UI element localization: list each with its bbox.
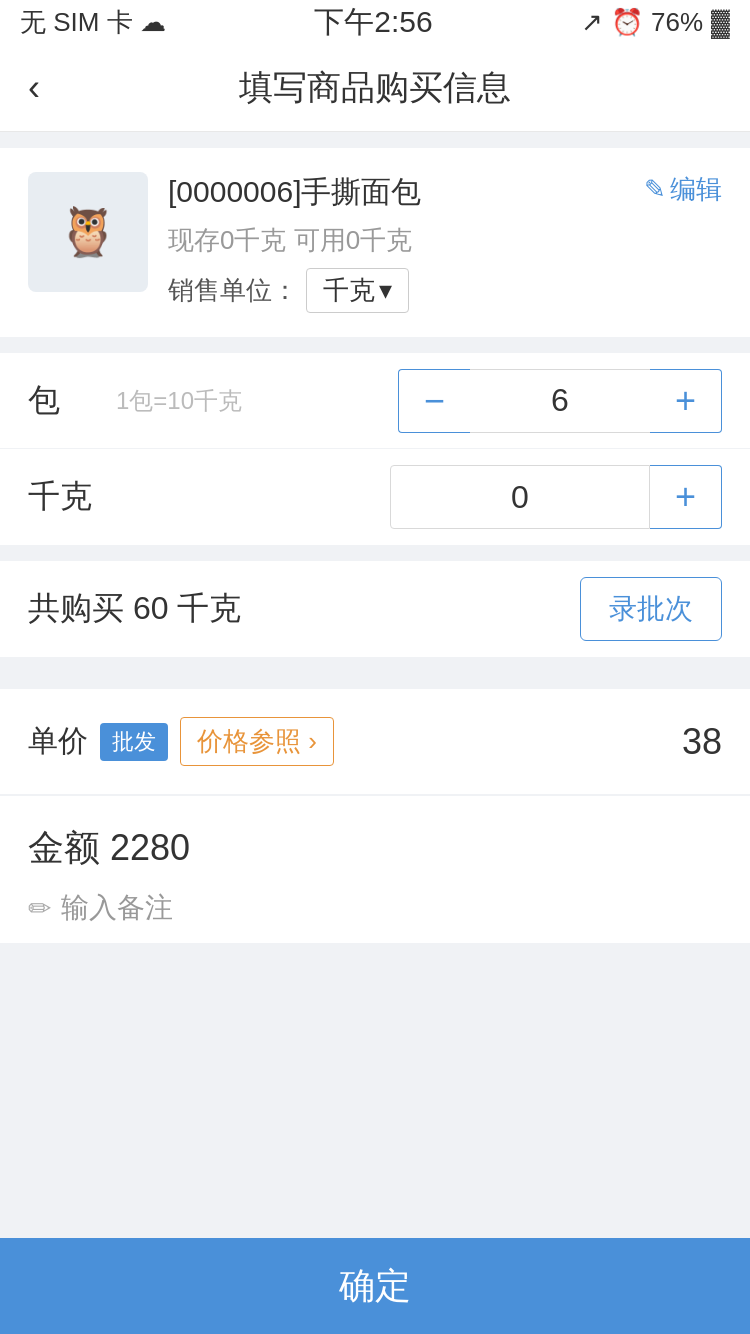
- bao-minus-button[interactable]: −: [398, 369, 470, 433]
- back-button[interactable]: ‹: [28, 67, 40, 109]
- battery-text: 76%: [651, 7, 703, 38]
- total-text: 共购买 60 千克: [28, 587, 241, 631]
- divider-2: [0, 545, 750, 561]
- price-section: 单价 批发 价格参照 › 38: [0, 689, 750, 794]
- alarm-icon: ⏰: [611, 7, 643, 38]
- edit-button[interactable]: ✎ 编辑: [644, 172, 722, 207]
- price-row: 单价 批发 价格参照 › 38: [28, 717, 722, 766]
- bao-input[interactable]: [470, 369, 650, 433]
- kg-value-display: 0: [390, 465, 650, 529]
- bao-controls: − +: [398, 369, 722, 433]
- unit-select[interactable]: 千克 ▾: [306, 268, 409, 313]
- product-unit-row: 销售单位： 千克 ▾: [168, 268, 722, 313]
- amount-section: 金额 2280 ✏ 输入备注: [0, 796, 750, 943]
- bao-input-row: 包 1包=10千克 − +: [0, 353, 750, 449]
- status-right: ↗ ⏰ 76% ▓: [581, 7, 730, 38]
- product-name: [0000006]手撕面包: [168, 172, 722, 213]
- divider-3: [0, 657, 750, 673]
- product-logo: 🦉: [58, 204, 118, 260]
- edit-icon: ✎: [644, 174, 666, 205]
- note-label: 输入备注: [61, 889, 173, 927]
- amount-number: 2280: [110, 827, 190, 868]
- status-left: 无 SIM 卡 ☁: [20, 5, 166, 40]
- battery-icon: ▓: [711, 7, 730, 38]
- bao-plus-button[interactable]: +: [650, 369, 722, 433]
- product-image: 🦉: [28, 172, 148, 292]
- amount-label: 金额: [28, 827, 100, 868]
- note-row[interactable]: ✏ 输入备注: [28, 889, 722, 927]
- edit-label: 编辑: [670, 172, 722, 207]
- confirm-button[interactable]: 确定: [0, 1238, 750, 1334]
- price-value: 38: [682, 721, 722, 763]
- batch-tag: 批发: [100, 723, 168, 761]
- kg-plus-button[interactable]: +: [650, 465, 722, 529]
- price-label: 单价: [28, 721, 88, 762]
- input-section: 包 1包=10千克 − + 千克 0 +: [0, 353, 750, 545]
- pencil-icon: ✏: [28, 892, 51, 925]
- total-row: 共购买 60 千克 录批次: [0, 561, 750, 657]
- product-stock: 现存0千克 可用0千克: [168, 223, 722, 258]
- status-time: 下午2:56: [314, 2, 432, 43]
- amount-row: 金额 2280: [28, 824, 722, 873]
- product-card: 🦉 [0000006]手撕面包 现存0千克 可用0千克 销售单位： 千克 ▾ ✎…: [0, 148, 750, 337]
- bao-hint: 1包=10千克: [116, 385, 398, 417]
- price-ref-button[interactable]: 价格参照 ›: [180, 717, 334, 766]
- nav-bar: ‹ 填写商品购买信息: [0, 44, 750, 132]
- kg-input-row: 千克 0 +: [0, 449, 750, 545]
- unit-label: 销售单位：: [168, 273, 298, 308]
- location-icon: ↗: [581, 7, 603, 38]
- unit-dropdown-icon: ▾: [379, 275, 392, 306]
- divider-1: [0, 337, 750, 353]
- bao-label: 包: [28, 379, 108, 423]
- kg-label: 千克: [28, 475, 108, 519]
- unit-value: 千克: [323, 273, 375, 308]
- no-sim-text: 无 SIM 卡 ☁: [20, 5, 166, 40]
- batch-button[interactable]: 录批次: [580, 577, 722, 641]
- product-info: [0000006]手撕面包 现存0千克 可用0千克 销售单位： 千克 ▾: [168, 172, 722, 313]
- price-label-group: 单价 批发 价格参照 ›: [28, 717, 334, 766]
- status-bar: 无 SIM 卡 ☁ 下午2:56 ↗ ⏰ 76% ▓: [0, 0, 750, 44]
- page-title: 填写商品购买信息: [239, 65, 511, 111]
- kg-controls: 0 +: [390, 465, 722, 529]
- grey-area: [0, 943, 750, 1263]
